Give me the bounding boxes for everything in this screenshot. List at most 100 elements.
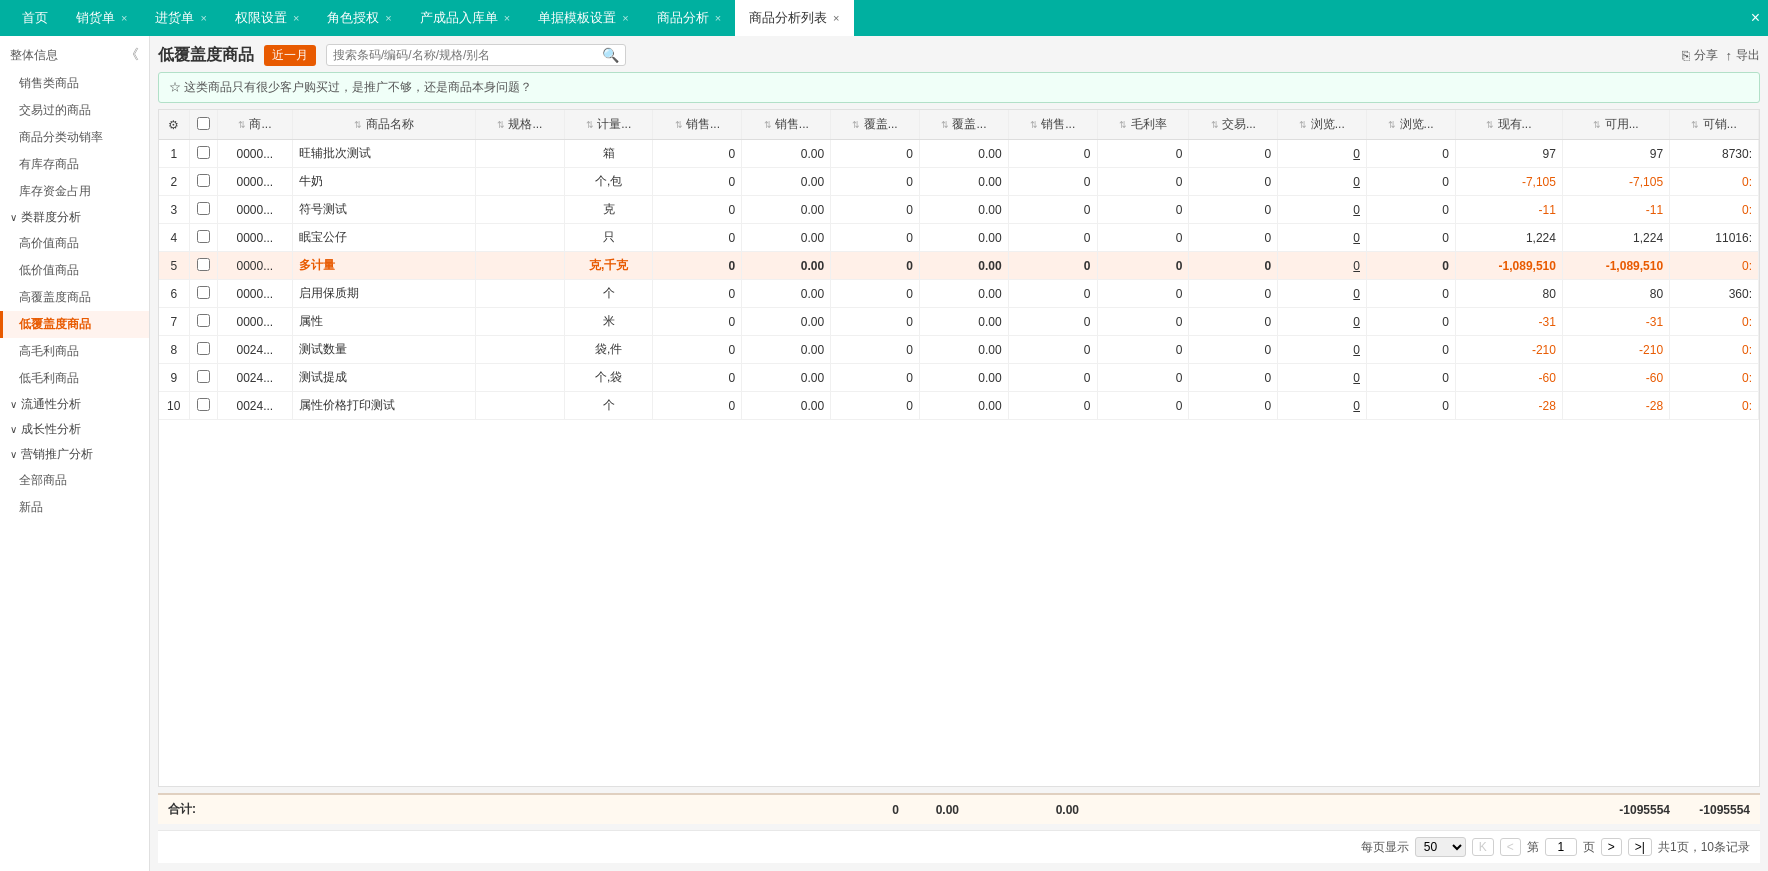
sidebar-item-low-coverage[interactable]: 低覆盖度商品 xyxy=(0,311,149,338)
col-name[interactable]: ⇅ 商品名称 xyxy=(293,110,476,140)
filter-button[interactable]: 近一月 xyxy=(264,45,316,66)
col-browse1[interactable]: ⇅ 浏览... xyxy=(1278,110,1367,140)
row-select-checkbox[interactable] xyxy=(197,398,210,411)
close-icon[interactable]: × xyxy=(293,12,299,24)
row-select-checkbox[interactable] xyxy=(197,202,210,215)
sidebar-item-sales-goods[interactable]: 销售类商品 xyxy=(0,70,149,97)
select-all-checkbox[interactable] xyxy=(197,117,210,130)
row-browse1[interactable]: 0 xyxy=(1278,140,1367,168)
row-browse1[interactable]: 0 xyxy=(1278,196,1367,224)
col-sales3[interactable]: ⇅ 销售... xyxy=(1008,110,1097,140)
sidebar-item-stock-capital[interactable]: 库存资金占用 xyxy=(0,178,149,205)
row-select-checkbox[interactable] xyxy=(197,342,210,355)
row-browse1[interactable]: 0 xyxy=(1278,168,1367,196)
nav-tab-purchase[interactable]: 进货单 × xyxy=(141,0,220,36)
search-icon[interactable]: 🔍 xyxy=(602,47,619,63)
col-current-stock[interactable]: ⇅ 现有... xyxy=(1455,110,1562,140)
nav-tab-production[interactable]: 产成品入库单 × xyxy=(406,0,524,36)
row-browse1[interactable]: 0 xyxy=(1278,252,1367,280)
row-browse1[interactable]: 0 xyxy=(1278,308,1367,336)
sidebar-item-low-value[interactable]: 低价值商品 xyxy=(0,257,149,284)
prev-page-button[interactable]: < xyxy=(1500,838,1521,856)
per-page-select[interactable]: 50 20 100 200 xyxy=(1415,837,1466,857)
close-all-icon[interactable]: × xyxy=(1751,9,1760,27)
col-cover1[interactable]: ⇅ 覆盖... xyxy=(831,110,920,140)
col-checkbox[interactable] xyxy=(189,110,217,140)
sidebar-item-new-goods[interactable]: 新品 xyxy=(0,494,149,521)
row-browse1[interactable]: 0 xyxy=(1278,364,1367,392)
row-browse1[interactable]: 0 xyxy=(1278,280,1367,308)
col-cover2[interactable]: ⇅ 覆盖... xyxy=(919,110,1008,140)
col-trade[interactable]: ⇅ 交易... xyxy=(1189,110,1278,140)
sidebar-item-in-stock[interactable]: 有库存商品 xyxy=(0,151,149,178)
row-select-checkbox[interactable] xyxy=(197,314,210,327)
export-button[interactable]: ↑ 导出 xyxy=(1726,47,1761,64)
sidebar-section-cluster[interactable]: 类群度分析 xyxy=(0,205,149,230)
col-settings[interactable]: ⚙ xyxy=(159,110,189,140)
row-checkbox[interactable] xyxy=(189,308,217,336)
close-icon[interactable]: × xyxy=(504,12,510,24)
close-icon[interactable]: × xyxy=(715,12,721,24)
close-icon[interactable]: × xyxy=(622,12,628,24)
sidebar-item-low-margin[interactable]: 低毛利商品 xyxy=(0,365,149,392)
col-spec[interactable]: ⇅ 规格... xyxy=(475,110,564,140)
nav-tab-roles[interactable]: 角色授权 × xyxy=(313,0,405,36)
col-gross-margin[interactable]: ⇅ 毛利率 xyxy=(1097,110,1189,140)
nav-tab-template[interactable]: 单据模板设置 × xyxy=(524,0,642,36)
col-sales-amt[interactable]: ⇅ 销售... xyxy=(742,110,831,140)
last-page-button[interactable]: >| xyxy=(1628,838,1652,856)
row-browse1[interactable]: 0 xyxy=(1278,336,1367,364)
col-saleable[interactable]: ⇅ 可销... xyxy=(1670,110,1759,140)
share-button[interactable]: ⎘ 分享 xyxy=(1682,47,1718,64)
row-select-checkbox[interactable] xyxy=(197,258,210,271)
next-page-button[interactable]: > xyxy=(1601,838,1622,856)
row-checkbox[interactable] xyxy=(189,140,217,168)
nav-tab-analysis[interactable]: 商品分析 × xyxy=(643,0,735,36)
row-select-checkbox[interactable] xyxy=(197,286,210,299)
col-sales-qty[interactable]: ⇅ 销售... xyxy=(653,110,742,140)
row-checkbox[interactable] xyxy=(189,196,217,224)
row-browse1[interactable]: 0 xyxy=(1278,392,1367,420)
nav-tab-home[interactable]: 首页 xyxy=(8,0,62,36)
sidebar-section-liquidity[interactable]: 流通性分析 xyxy=(0,392,149,417)
col-browse2[interactable]: ⇅ 浏览... xyxy=(1367,110,1456,140)
nav-tab-sales[interactable]: 销货单 × xyxy=(62,0,141,36)
sidebar-item-category-rate[interactable]: 商品分类动销率 xyxy=(0,124,149,151)
sidebar-item-high-margin[interactable]: 高毛利商品 xyxy=(0,338,149,365)
row-checkbox[interactable] xyxy=(189,252,217,280)
sidebar-item-all-goods[interactable]: 全部商品 xyxy=(0,467,149,494)
table-container[interactable]: ⚙ ⇅ 商... ⇅ 商品名称 ⇅ 规格... ⇅ 计量... ⇅ 销售... … xyxy=(158,109,1760,787)
col-available[interactable]: ⇅ 可用... xyxy=(1562,110,1669,140)
row-checkbox[interactable] xyxy=(189,336,217,364)
row-checkbox[interactable] xyxy=(189,364,217,392)
first-page-button[interactable]: K xyxy=(1472,838,1494,856)
page-number-input[interactable] xyxy=(1545,838,1577,856)
sidebar-section-marketing[interactable]: 营销推广分析 xyxy=(0,442,149,467)
row-checkbox[interactable] xyxy=(189,280,217,308)
sidebar-item-high-coverage[interactable]: 高覆盖度商品 xyxy=(0,284,149,311)
nav-tab-permissions[interactable]: 权限设置 × xyxy=(221,0,313,36)
close-icon[interactable]: × xyxy=(200,12,206,24)
nav-tab-analysis-list[interactable]: 商品分析列表 × xyxy=(735,0,853,36)
row-checkbox[interactable] xyxy=(189,224,217,252)
col-code[interactable]: ⇅ 商... xyxy=(217,110,293,140)
row-saleable: 0: xyxy=(1670,252,1759,280)
row-browse1[interactable]: 0 xyxy=(1278,224,1367,252)
row-select-checkbox[interactable] xyxy=(197,370,210,383)
row-select-checkbox[interactable] xyxy=(197,146,210,159)
sidebar-item-traded-goods[interactable]: 交易过的商品 xyxy=(0,97,149,124)
col-unit[interactable]: ⇅ 计量... xyxy=(564,110,653,140)
close-icon[interactable]: × xyxy=(121,12,127,24)
sidebar-header[interactable]: 整体信息 《 xyxy=(0,40,149,70)
row-select-checkbox[interactable] xyxy=(197,230,210,243)
sidebar-section-growth[interactable]: 成长性分析 xyxy=(0,417,149,442)
close-icon[interactable]: × xyxy=(833,12,839,24)
collapse-icon[interactable]: 《 xyxy=(125,46,139,64)
search-input[interactable] xyxy=(333,48,598,62)
row-checkbox[interactable] xyxy=(189,392,217,420)
row-select-checkbox[interactable] xyxy=(197,174,210,187)
row-cover1: 0 xyxy=(831,336,920,364)
sidebar-item-high-value[interactable]: 高价值商品 xyxy=(0,230,149,257)
row-checkbox[interactable] xyxy=(189,168,217,196)
close-icon[interactable]: × xyxy=(385,12,391,24)
